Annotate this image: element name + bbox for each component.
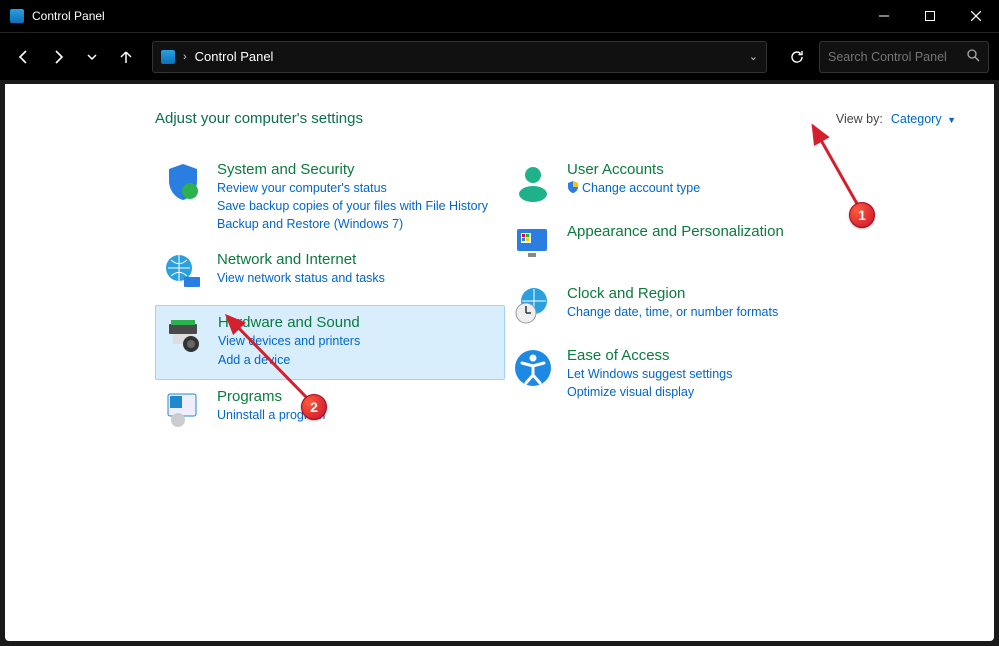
recent-dropdown-button[interactable] [78, 43, 106, 71]
printer-icon [162, 314, 206, 358]
programs-icon [161, 388, 205, 432]
address-bar[interactable]: › Control Panel ⌄ [152, 41, 767, 73]
category-link[interactable]: View devices and printers [218, 332, 360, 350]
app-icon [10, 9, 24, 23]
address-dropdown-icon[interactable]: ⌄ [749, 50, 758, 63]
shield-icon [161, 161, 205, 205]
addr-chevron-icon: › [183, 51, 187, 63]
annotation-badge-2: 2 [301, 394, 327, 420]
close-button[interactable] [953, 0, 999, 32]
back-button[interactable] [10, 43, 38, 71]
search-icon [967, 49, 980, 65]
category-link[interactable]: Save backup copies of your files with Fi… [217, 197, 488, 215]
uac-shield-icon [567, 181, 579, 193]
category-link[interactable]: Review your computer's status [217, 179, 488, 197]
viewby-dropdown[interactable]: Category ▼ [891, 112, 956, 126]
titlebar: Control Panel [0, 0, 999, 32]
viewby-value: Category [891, 112, 942, 126]
category-link[interactable]: Add a device [218, 351, 360, 369]
category-title[interactable]: Ease of Access [567, 347, 732, 364]
category-title[interactable]: User Accounts [567, 161, 700, 178]
accessibility-icon [511, 347, 555, 391]
globe-icon [161, 251, 205, 295]
clock-icon [511, 285, 555, 329]
category-title[interactable]: Network and Internet [217, 251, 385, 268]
up-button[interactable] [112, 43, 140, 71]
monitor-icon [511, 223, 555, 267]
user-icon [511, 161, 555, 205]
category-link[interactable]: Change date, time, or number formats [567, 303, 778, 321]
content-area: Adjust your computer's settings View by:… [5, 84, 994, 641]
category-link[interactable]: Change account type [567, 179, 700, 197]
window-title: Control Panel [32, 9, 105, 23]
category-appearance[interactable]: Appearance and Personalization [505, 215, 825, 277]
maximize-button[interactable] [907, 0, 953, 32]
category-clock-region[interactable]: Clock and Region Change date, time, or n… [505, 277, 825, 339]
search-input[interactable] [828, 50, 980, 64]
category-network-internet[interactable]: Network and Internet View network status… [155, 243, 505, 305]
category-link[interactable]: Let Windows suggest settings [567, 365, 732, 383]
category-title[interactable]: System and Security [217, 161, 488, 178]
view-by: View by: Category ▼ [836, 112, 956, 126]
address-text: Control Panel [195, 49, 274, 64]
category-title[interactable]: Hardware and Sound [218, 314, 360, 331]
category-system-security[interactable]: System and Security Review your computer… [155, 153, 505, 243]
category-grid: System and Security Review your computer… [155, 153, 970, 442]
minimize-button[interactable] [861, 0, 907, 32]
category-link[interactable]: View network status and tasks [217, 269, 385, 287]
viewby-label: View by: [836, 112, 883, 126]
chevron-down-icon: ▼ [947, 115, 956, 125]
category-link[interactable]: Optimize visual display [567, 383, 732, 401]
category-user-accounts[interactable]: User Accounts Change account type [505, 153, 825, 215]
category-link[interactable]: Backup and Restore (Windows 7) [217, 215, 488, 233]
control-panel-icon [161, 50, 175, 64]
category-ease-of-access[interactable]: Ease of Access Let Windows suggest setti… [505, 339, 825, 411]
annotation-badge-1: 1 [849, 202, 875, 228]
window-controls [861, 0, 999, 32]
category-title[interactable]: Clock and Region [567, 285, 778, 302]
refresh-button[interactable] [781, 41, 813, 73]
category-programs[interactable]: Programs Uninstall a program [155, 380, 505, 442]
forward-button[interactable] [44, 43, 72, 71]
nav-toolbar: › Control Panel ⌄ [0, 32, 999, 80]
category-title[interactable]: Appearance and Personalization [567, 223, 784, 240]
search-box[interactable] [819, 41, 989, 73]
category-hardware-sound[interactable]: Hardware and Sound View devices and prin… [155, 305, 505, 379]
